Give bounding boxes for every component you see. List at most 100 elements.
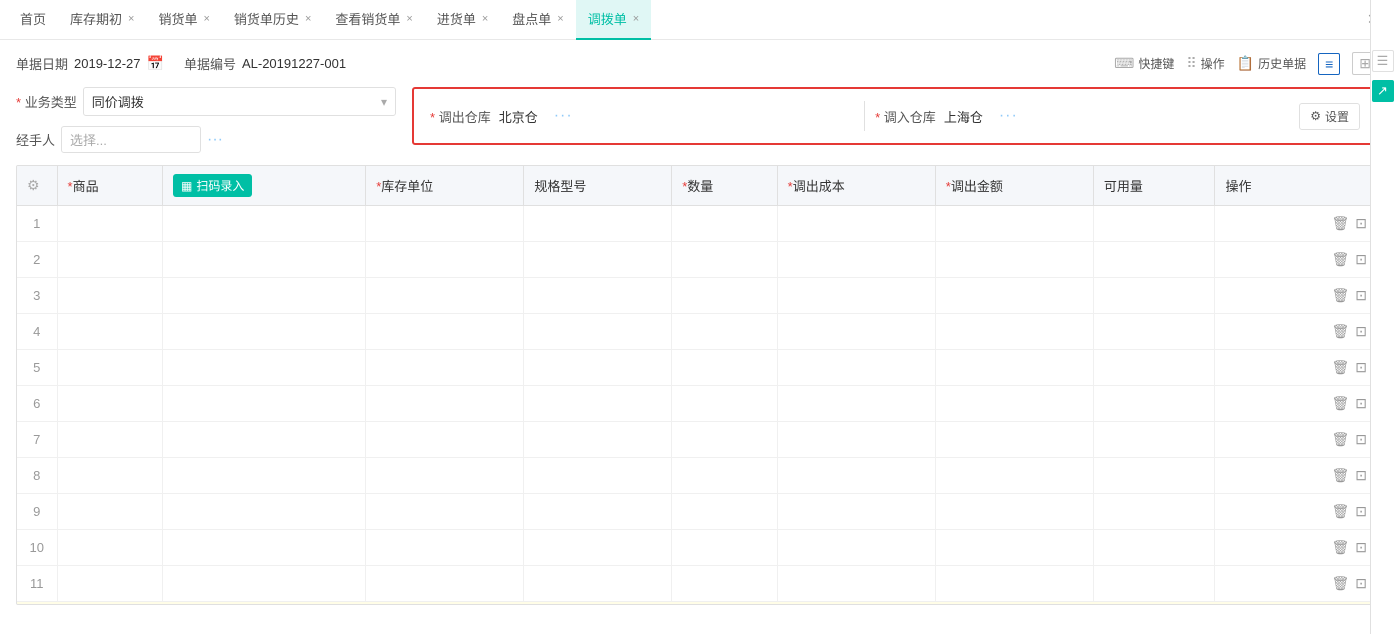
- row-cost-6[interactable]: [777, 386, 935, 422]
- th-scan[interactable]: ▦ 扫码录入: [162, 166, 365, 206]
- business-type-input[interactable]: 同价调拨 ▾: [83, 87, 396, 116]
- doc-date-value[interactable]: 2019-12-27: [74, 56, 141, 71]
- row-amount-8[interactable]: [935, 458, 1093, 494]
- row-qty-8[interactable]: [672, 458, 777, 494]
- in-warehouse-more-button[interactable]: ···: [999, 107, 1018, 125]
- history-button[interactable]: 📋 历史单据: [1237, 55, 1306, 72]
- tab-view-sales[interactable]: 查看销货单 ×: [323, 0, 424, 40]
- row-amount-6[interactable]: [935, 386, 1093, 422]
- close-tab-inventory-init[interactable]: ×: [128, 13, 134, 25]
- row-qty-3[interactable]: [672, 278, 777, 314]
- row-qty-2[interactable]: [672, 242, 777, 278]
- tab-sales-order[interactable]: 销货单 ×: [146, 0, 221, 40]
- close-tab-view-sales[interactable]: ×: [406, 13, 412, 25]
- row-spec-5[interactable]: [524, 350, 672, 386]
- settings-button[interactable]: ⚙ 设置: [1299, 103, 1360, 130]
- row-unit-10[interactable]: [366, 530, 524, 566]
- row-unit-7[interactable]: [366, 422, 524, 458]
- row-unit-1[interactable]: [366, 206, 524, 242]
- copy-row-1-icon[interactable]: ⊡: [1355, 215, 1367, 232]
- column-settings-icon[interactable]: ⚙: [27, 177, 40, 193]
- row-unit-8[interactable]: [366, 458, 524, 494]
- copy-row-11-icon[interactable]: ⊡: [1355, 575, 1367, 592]
- row-cost-10[interactable]: [777, 530, 935, 566]
- tab-home[interactable]: 首页: [8, 0, 58, 40]
- close-tab-transfer[interactable]: ×: [633, 13, 639, 25]
- row-goods-11[interactable]: [57, 566, 162, 602]
- close-tab-inventory-check[interactable]: ×: [557, 13, 563, 25]
- delete-row-7-icon[interactable]: 🗑: [1331, 431, 1349, 448]
- delete-row-11-icon[interactable]: 🗑: [1331, 575, 1349, 592]
- delete-row-3-icon[interactable]: 🗑: [1331, 287, 1349, 304]
- row-spec-9[interactable]: [524, 494, 672, 530]
- row-goods-7[interactable]: [57, 422, 162, 458]
- row-spec-10[interactable]: [524, 530, 672, 566]
- row-unit-9[interactable]: [366, 494, 524, 530]
- row-spec-8[interactable]: [524, 458, 672, 494]
- copy-row-7-icon[interactable]: ⊡: [1355, 431, 1367, 448]
- row-cost-3[interactable]: [777, 278, 935, 314]
- row-qty-7[interactable]: [672, 422, 777, 458]
- row-cost-1[interactable]: [777, 206, 935, 242]
- row-unit-3[interactable]: [366, 278, 524, 314]
- row-goods-2[interactable]: [57, 242, 162, 278]
- row-goods-4[interactable]: [57, 314, 162, 350]
- close-tab-sales-history[interactable]: ×: [305, 13, 311, 25]
- tab-inventory-init[interactable]: 库存期初 ×: [58, 0, 146, 40]
- row-cost-11[interactable]: [777, 566, 935, 602]
- close-tab-sales-order[interactable]: ×: [203, 13, 209, 25]
- row-cost-9[interactable]: [777, 494, 935, 530]
- row-spec-7[interactable]: [524, 422, 672, 458]
- row-amount-7[interactable]: [935, 422, 1093, 458]
- row-amount-9[interactable]: [935, 494, 1093, 530]
- row-amount-5[interactable]: [935, 350, 1093, 386]
- tab-transfer-order[interactable]: 调拨单 ×: [576, 0, 651, 40]
- row-amount-1[interactable]: [935, 206, 1093, 242]
- row-qty-11[interactable]: [672, 566, 777, 602]
- row-spec-1[interactable]: [524, 206, 672, 242]
- row-goods-10[interactable]: [57, 530, 162, 566]
- copy-row-3-icon[interactable]: ⊡: [1355, 287, 1367, 304]
- row-spec-6[interactable]: [524, 386, 672, 422]
- row-cost-2[interactable]: [777, 242, 935, 278]
- copy-row-9-icon[interactable]: ⊡: [1355, 503, 1367, 520]
- delete-row-4-icon[interactable]: 🗑: [1331, 323, 1349, 340]
- row-goods-1[interactable]: [57, 206, 162, 242]
- scan-button[interactable]: ▦ 扫码录入: [173, 174, 252, 197]
- row-unit-5[interactable]: [366, 350, 524, 386]
- row-amount-10[interactable]: [935, 530, 1093, 566]
- row-spec-11[interactable]: [524, 566, 672, 602]
- calendar-icon[interactable]: 📅: [147, 55, 164, 72]
- tab-purchase-order[interactable]: 进货单 ×: [425, 0, 500, 40]
- row-cost-7[interactable]: [777, 422, 935, 458]
- row-unit-11[interactable]: [366, 566, 524, 602]
- side-list-button[interactable]: ☰: [1372, 50, 1394, 72]
- copy-row-4-icon[interactable]: ⊡: [1355, 323, 1367, 340]
- close-tab-purchase[interactable]: ×: [482, 13, 488, 25]
- row-goods-9[interactable]: [57, 494, 162, 530]
- delete-row-1-icon[interactable]: 🗑: [1331, 215, 1349, 232]
- th-gear[interactable]: ⚙: [17, 166, 57, 206]
- delete-row-9-icon[interactable]: 🗑: [1331, 503, 1349, 520]
- tab-inventory-check[interactable]: 盘点单 ×: [500, 0, 575, 40]
- row-qty-5[interactable]: [672, 350, 777, 386]
- row-cost-5[interactable]: [777, 350, 935, 386]
- in-warehouse-value[interactable]: 上海仓: [944, 107, 983, 126]
- copy-row-2-icon[interactable]: ⊡: [1355, 251, 1367, 268]
- copy-row-10-icon[interactable]: ⊡: [1355, 539, 1367, 556]
- row-qty-4[interactable]: [672, 314, 777, 350]
- delete-row-2-icon[interactable]: 🗑: [1331, 251, 1349, 268]
- row-amount-3[interactable]: [935, 278, 1093, 314]
- tab-sales-history[interactable]: 销货单历史 ×: [222, 0, 323, 40]
- layout1-button[interactable]: ≡: [1318, 53, 1340, 75]
- row-goods-5[interactable]: [57, 350, 162, 386]
- row-amount-11[interactable]: [935, 566, 1093, 602]
- row-cost-8[interactable]: [777, 458, 935, 494]
- row-spec-2[interactable]: [524, 242, 672, 278]
- row-qty-6[interactable]: [672, 386, 777, 422]
- copy-row-6-icon[interactable]: ⊡: [1355, 395, 1367, 412]
- person-select-input[interactable]: 选择...: [61, 126, 201, 153]
- row-qty-9[interactable]: [672, 494, 777, 530]
- delete-row-5-icon[interactable]: 🗑: [1331, 359, 1349, 376]
- row-qty-10[interactable]: [672, 530, 777, 566]
